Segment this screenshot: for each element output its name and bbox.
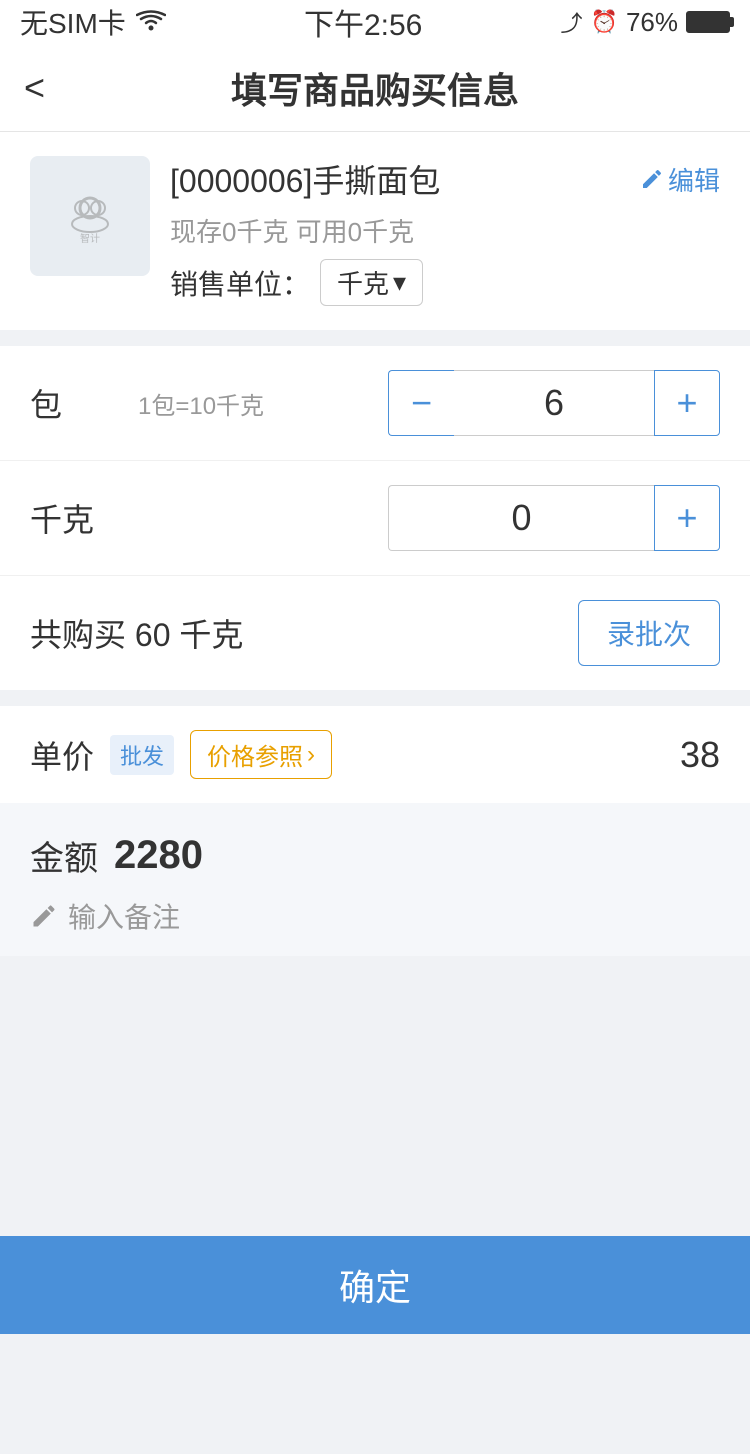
divider-1	[0, 330, 750, 346]
confirm-button[interactable]: 确定	[339, 1259, 411, 1311]
kilo-plus-button[interactable]: +	[654, 485, 720, 551]
package-quantity-input[interactable]	[454, 370, 654, 436]
status-right: ⤴ ⏰ 76%	[561, 6, 730, 38]
amount-section: 金额 2280 输入备注	[0, 803, 750, 956]
wifi-icon	[136, 6, 166, 38]
product-thumbnail: 智计	[30, 156, 150, 276]
page-title: 填写商品购买信息	[231, 62, 519, 114]
unit-label: 销售单位：	[170, 263, 310, 303]
amount-row: 金额 2280	[30, 831, 720, 880]
price-ref-arrow: ›	[307, 741, 315, 769]
package-input-section: 包 1包=10千克 − + 千克 +	[0, 346, 750, 576]
kilo-row: 千克 +	[0, 461, 750, 576]
price-ref-button[interactable]: 价格参照 ›	[190, 730, 332, 779]
price-label: 单价	[30, 732, 94, 778]
package-row: 包 1包=10千克 − +	[0, 346, 750, 461]
kilo-quantity-input[interactable]	[388, 485, 654, 551]
summary-row: 共购买 60 千克 录批次	[0, 576, 750, 690]
divider-2	[0, 690, 750, 706]
batch-tag: 批发	[110, 735, 174, 775]
status-time: 下午2:56	[304, 0, 422, 44]
unit-select[interactable]: 千克 ▾	[320, 259, 423, 306]
carrier-text: 无SIM卡	[20, 2, 126, 42]
edit-button[interactable]: 编辑	[640, 161, 720, 198]
note-icon	[30, 902, 58, 930]
unit-value: 千克	[337, 264, 389, 301]
note-row[interactable]: 输入备注	[30, 896, 720, 936]
package-label: 包	[30, 380, 110, 426]
price-section: 单价 批发 价格参照 › 38	[0, 706, 750, 803]
kilo-label: 千克	[30, 495, 110, 541]
product-stock: 现存0千克 可用0千克	[170, 212, 720, 249]
package-quantity-control: − +	[388, 370, 720, 436]
amount-value: 2280	[114, 833, 203, 878]
product-name: [0000006]手撕面包	[170, 156, 440, 202]
confirm-bar[interactable]: 确定	[0, 1236, 750, 1334]
package-plus-button[interactable]: +	[654, 370, 720, 436]
price-ref-text: 价格参照	[207, 737, 303, 772]
batch-button[interactable]: 录批次	[578, 600, 720, 666]
product-info: [0000006]手撕面包 编辑 现存0千克 可用0千克 销售单位： 千克 ▾	[170, 156, 720, 306]
alarm-icon: ⏰	[591, 9, 618, 35]
amount-label: 金额	[30, 831, 98, 880]
back-button[interactable]: <	[24, 67, 45, 109]
svg-text:智计: 智计	[80, 232, 100, 245]
product-card: 智计 [0000006]手撕面包 编辑 现存0千克 可用0千克 销售单位： 千克…	[0, 132, 750, 330]
product-unit-row: 销售单位： 千克 ▾	[170, 259, 720, 306]
kilo-quantity-control: +	[388, 485, 720, 551]
note-placeholder: 输入备注	[68, 896, 180, 936]
package-minus-button[interactable]: −	[388, 370, 454, 436]
location-icon: ⤴	[561, 6, 583, 38]
status-bar: 无SIM卡 下午2:56 ⤴ ⏰ 76%	[0, 0, 750, 44]
battery-text: 76%	[626, 7, 678, 38]
nav-bar: < 填写商品购买信息	[0, 44, 750, 132]
price-value: 38	[680, 734, 720, 776]
status-left: 无SIM卡	[20, 2, 166, 42]
package-hint: 1包=10千克	[138, 386, 264, 421]
dropdown-icon: ▾	[393, 267, 406, 298]
battery-icon	[686, 11, 730, 33]
summary-text: 共购买 60 千克	[30, 610, 243, 656]
edit-label: 编辑	[668, 161, 720, 198]
